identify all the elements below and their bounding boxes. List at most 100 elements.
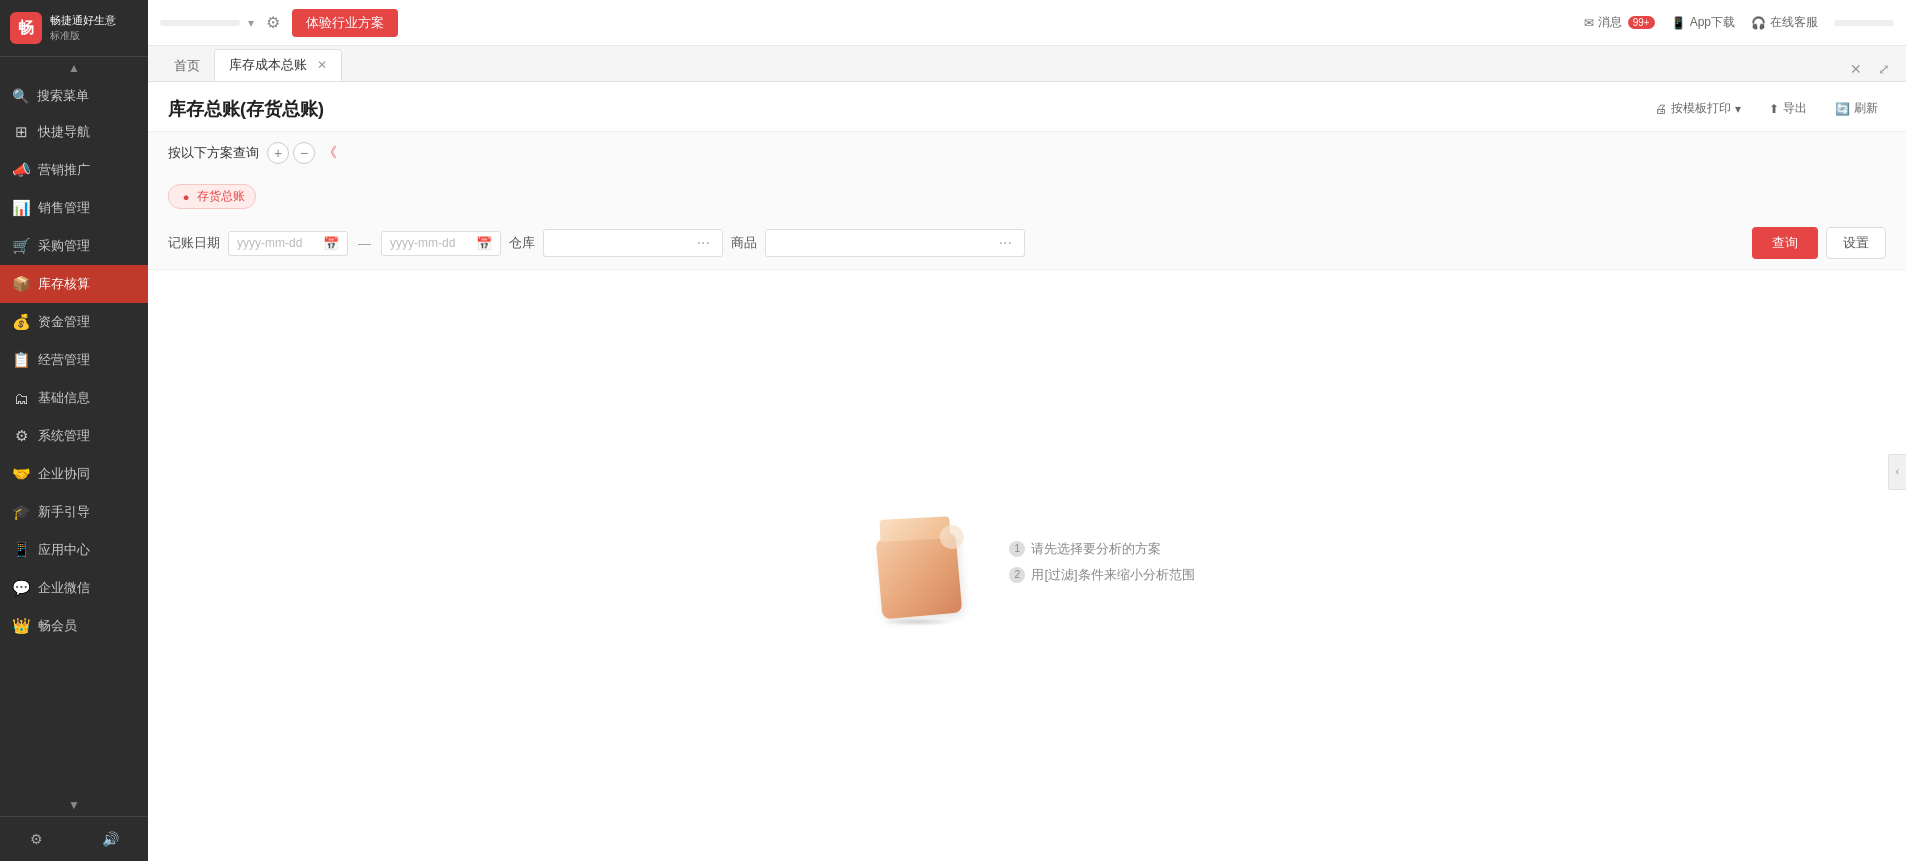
warehouse-more-icon[interactable]: ··· (693, 234, 714, 252)
logo-icon: 畅 (10, 12, 42, 44)
tab-close-icon[interactable]: ✕ (317, 58, 327, 72)
date-end-placeholder: yyyy-mm-dd (390, 236, 455, 250)
warehouse-select[interactable]: ··· (543, 229, 723, 257)
sidebar-scroll-down[interactable]: ▼ (0, 794, 148, 816)
sidebar-item-label: 基础信息 (38, 389, 90, 407)
sidebar-item-label: 畅会员 (38, 617, 77, 635)
settings-button[interactable]: 设置 (1826, 227, 1886, 259)
online-service-button[interactable]: 🎧 在线客服 (1751, 14, 1818, 31)
sidebar-item-marketing[interactable]: 📣 营销推广 (0, 151, 148, 189)
sidebar: 畅 畅捷通好生意 标准版 ▲ 🔍 搜索菜单 ⊞ 快捷导航 📣 营销推广 📊 销售… (0, 0, 148, 861)
scheme-item-label: 存货总账 (197, 188, 245, 205)
sidebar-item-member[interactable]: 👑 畅会员 (0, 607, 148, 645)
date-end-input[interactable]: yyyy-mm-dd 📅 (381, 231, 501, 256)
query-button[interactable]: 查询 (1752, 227, 1818, 259)
topbar-left: ▾ ⚙ 体验行业方案 (160, 9, 398, 37)
empty-shadow-shape (884, 618, 954, 626)
sidebar-item-basic[interactable]: 🗂 基础信息 (0, 379, 148, 417)
empty-box-shape (876, 532, 963, 619)
sidebar-item-inventory[interactable]: 📦 库存核算 (0, 265, 148, 303)
tabbar-close-btn[interactable]: ✕ (1846, 59, 1866, 79)
date-field-label: 记账日期 (168, 234, 220, 252)
main-content: ▾ ⚙ 体验行业方案 ✉ 消息 99+ 📱 App下载 🎧 在线客服 首页 (148, 0, 1906, 861)
empty-state: 1 请先选择要分析的方案 2 用[过滤]条件来缩小分析范围 (148, 270, 1906, 861)
refresh-button[interactable]: 🔄 刷新 (1827, 96, 1886, 121)
system-icon: ⚙ (12, 427, 30, 445)
sidebar-item-newbie[interactable]: 🎓 新手引导 (0, 493, 148, 531)
refresh-icon: 🔄 (1835, 102, 1850, 116)
step1-num: 1 (1009, 541, 1025, 557)
empty-text: 1 请先选择要分析的方案 2 用[过滤]条件来缩小分析范围 (1009, 540, 1194, 592)
warehouse-field-label: 仓库 (509, 234, 535, 252)
app-download-button[interactable]: 📱 App下载 (1671, 14, 1735, 31)
settings-bottom-btn[interactable]: ⚙ (20, 825, 53, 853)
message-badge: 99+ (1628, 16, 1655, 29)
search-menu[interactable]: 🔍 搜索菜单 (0, 79, 148, 113)
scheme-item-icon: ● (179, 190, 193, 204)
filter-collapse-icon[interactable]: 《 (323, 144, 337, 162)
tab-inventory-ledger[interactable]: 库存成本总账 ✕ (214, 49, 342, 81)
tabbar-expand-btn[interactable]: ⤢ (1874, 59, 1894, 79)
sidebar-item-app-center[interactable]: 📱 应用中心 (0, 531, 148, 569)
calendar-end-icon: 📅 (476, 236, 492, 251)
right-panel-btn[interactable]: ‹ (1888, 454, 1906, 490)
sidebar-item-enterprise[interactable]: 🤝 企业协同 (0, 455, 148, 493)
export-icon: ⬆ (1769, 102, 1779, 116)
marketing-icon: 📣 (12, 161, 30, 179)
purchase-icon: 🛒 (12, 237, 30, 255)
export-button[interactable]: ⬆ 导出 (1761, 96, 1815, 121)
app-center-icon: 📱 (12, 541, 30, 559)
sidebar-nav: ⊞ 快捷导航 📣 营销推广 📊 销售管理 🛒 采购管理 📦 库存核算 💰 资金管… (0, 113, 148, 794)
filter-remove-button[interactable]: − (293, 142, 315, 164)
right-panel-toggle: ‹ (1888, 454, 1906, 490)
sidebar-item-quick-nav[interactable]: ⊞ 快捷导航 (0, 113, 148, 151)
sidebar-item-wechat[interactable]: 💬 企业微信 (0, 569, 148, 607)
basic-icon: 🗂 (12, 390, 30, 407)
enterprise-icon: 🤝 (12, 465, 30, 483)
empty-step2-text: 用[过滤]条件来缩小分析范围 (1031, 566, 1194, 584)
sidebar-item-label: 企业微信 (38, 579, 90, 597)
industry-solution-button[interactable]: 体验行业方案 (292, 9, 398, 37)
sidebar-item-label: 快捷导航 (38, 123, 90, 141)
tab-inventory-ledger-label: 库存成本总账 (229, 57, 307, 72)
product-more-icon[interactable]: ··· (995, 234, 1016, 252)
quick-nav-icon: ⊞ (12, 123, 30, 141)
user-account[interactable] (1834, 20, 1894, 26)
sidebar-logo: 畅 畅捷通好生意 标准版 (0, 0, 148, 57)
app-download-label: App下载 (1690, 14, 1735, 31)
topbar-breadcrumb (160, 20, 240, 26)
member-icon: 👑 (12, 617, 30, 635)
sidebar-item-label: 系统管理 (38, 427, 90, 445)
search-icon: 🔍 (12, 88, 29, 104)
page-header-actions: 🖨 按模板打印 ▾ ⬆ 导出 🔄 刷新 (1647, 96, 1886, 121)
messages-button[interactable]: ✉ 消息 99+ (1584, 14, 1655, 31)
topbar-chevron-icon[interactable]: ▾ (248, 16, 254, 30)
newbie-icon: 🎓 (12, 503, 30, 521)
sidebar-scroll-up[interactable]: ▲ (0, 57, 148, 79)
date-start-input[interactable]: yyyy-mm-dd 📅 (228, 231, 348, 256)
sidebar-bottom: ⚙ 🔊 (0, 816, 148, 861)
tabbar: 首页 库存成本总账 ✕ ✕ ⤢ (148, 46, 1906, 82)
logo-version: 标准版 (50, 29, 116, 43)
sidebar-item-capital[interactable]: 💰 资金管理 (0, 303, 148, 341)
tab-home[interactable]: 首页 (160, 51, 214, 81)
sidebar-item-purchase[interactable]: 🛒 采购管理 (0, 227, 148, 265)
calendar-start-icon: 📅 (323, 236, 339, 251)
sidebar-item-system[interactable]: ⚙ 系统管理 (0, 417, 148, 455)
print-icon: 🖨 (1655, 102, 1667, 116)
empty-illustration (859, 506, 979, 626)
audio-bottom-btn[interactable]: 🔊 (92, 825, 129, 853)
print-by-template-button[interactable]: 🖨 按模板打印 ▾ (1647, 96, 1749, 121)
filter-add-button[interactable]: + (267, 142, 289, 164)
phone-icon: 📱 (1671, 16, 1686, 30)
topbar-gear-icon[interactable]: ⚙ (262, 9, 284, 36)
scheme-item-inventory-ledger[interactable]: ● 存货总账 (168, 184, 256, 209)
sidebar-item-sales[interactable]: 📊 销售管理 (0, 189, 148, 227)
tab-home-label: 首页 (174, 58, 200, 73)
sidebar-item-label: 库存核算 (38, 275, 90, 293)
product-select[interactable]: ··· (765, 229, 1025, 257)
sidebar-item-label: 资金管理 (38, 313, 90, 331)
date-separator: — (356, 236, 373, 251)
sidebar-item-operation[interactable]: 📋 经营管理 (0, 341, 148, 379)
sidebar-item-label: 经营管理 (38, 351, 90, 369)
